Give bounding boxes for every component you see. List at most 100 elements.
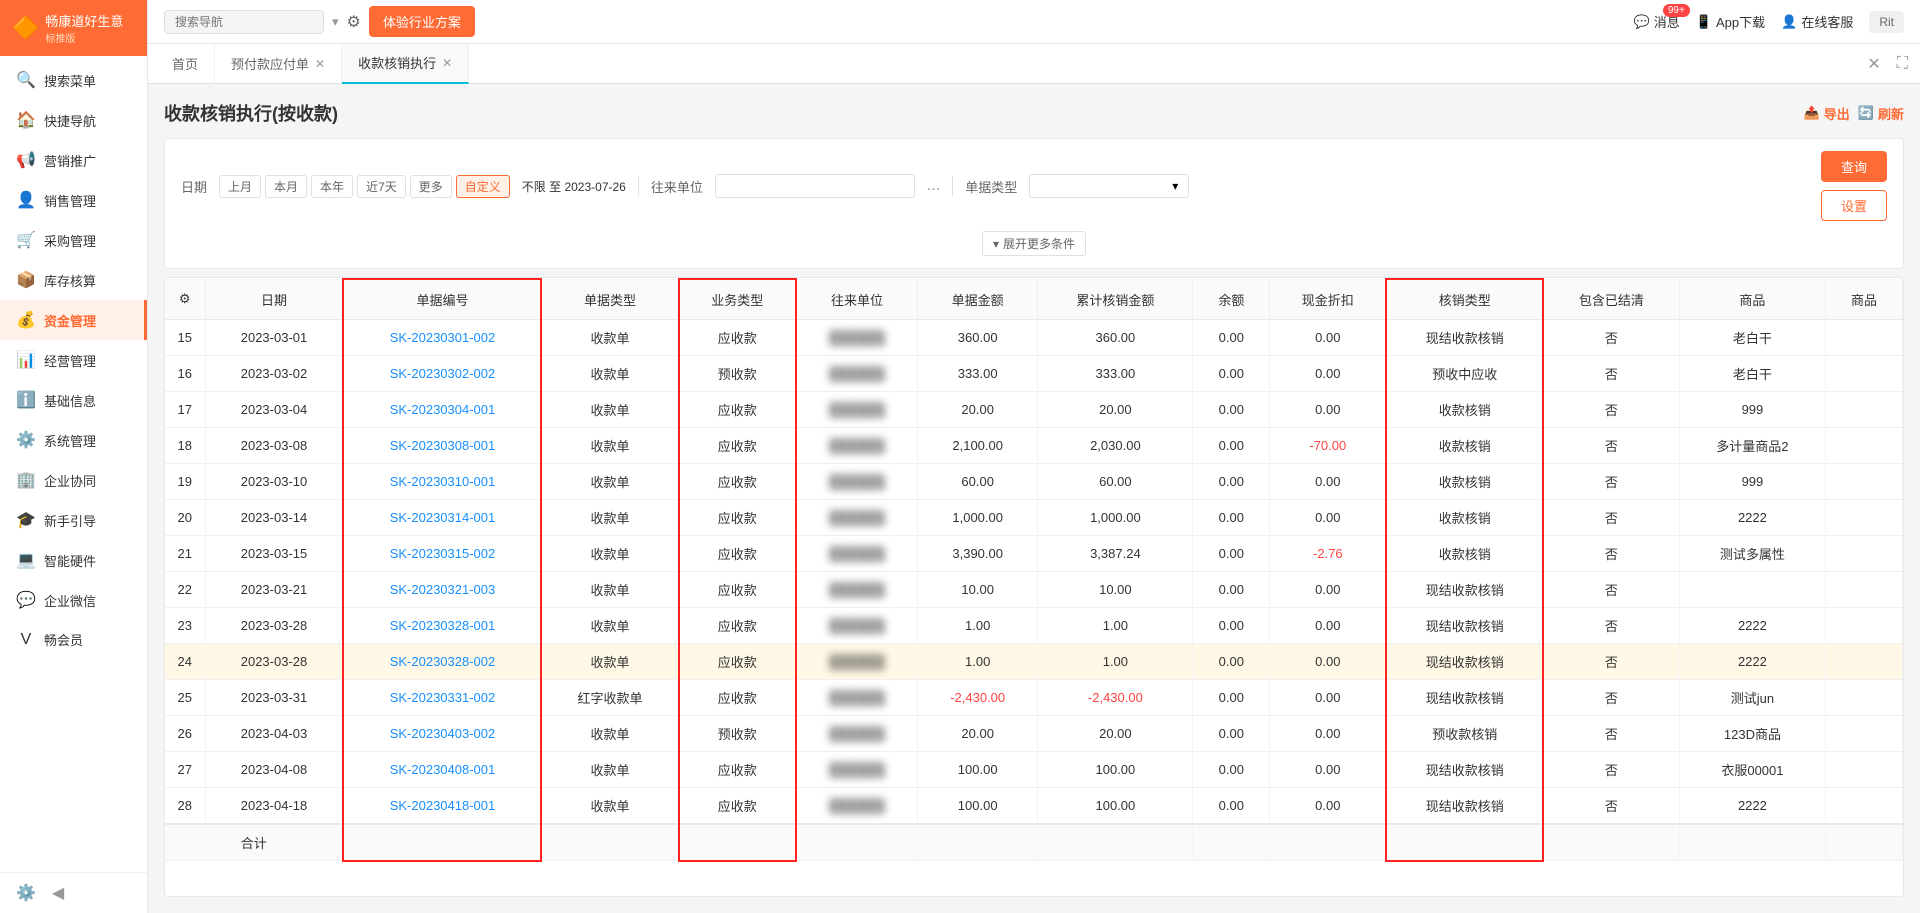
bill-no-link[interactable]: SK-20230314-001 bbox=[390, 510, 496, 525]
gear-icon[interactable]: ⚙ bbox=[347, 12, 361, 32]
sidebar: 🔶 畅康道好生意 标推版 🔍搜索菜单🏠快捷导航📢营销推广👤销售管理🛒采购管理📦库… bbox=[0, 0, 148, 913]
app-download-btn[interactable]: 📱 App下载 bbox=[1696, 12, 1765, 31]
date-btn-this-month[interactable]: 本月 bbox=[265, 175, 307, 198]
tab-collection[interactable]: 收款核销执行 ✕ bbox=[342, 44, 469, 84]
date-btn-last-month[interactable]: 上月 bbox=[219, 175, 261, 198]
date-btn-more[interactable]: 更多 bbox=[410, 175, 452, 198]
page-title: 收款核销执行(按收款) bbox=[164, 100, 338, 126]
sidebar-item-newbie[interactable]: 🎓新手引导 bbox=[0, 500, 147, 540]
cell-verify-type: 预收中应收 bbox=[1386, 356, 1543, 392]
logo-name: 畅康道好生意 bbox=[45, 11, 123, 30]
sidebar-item-hardware[interactable]: 💻智能硬件 bbox=[0, 540, 147, 580]
message-btn[interactable]: 💬 消息 99+ bbox=[1634, 12, 1680, 31]
total-product1 bbox=[1679, 824, 1825, 861]
cell-amount: 1.00 bbox=[918, 608, 1038, 644]
bill-no-link[interactable]: SK-20230310-001 bbox=[390, 474, 496, 489]
refresh-icon: 🔄 bbox=[1858, 105, 1874, 121]
tab-prepay[interactable]: 预付款应付单 ✕ bbox=[215, 44, 342, 84]
user-avatar[interactable]: Rit bbox=[1869, 11, 1904, 33]
filter-row-1: 日期 上月 本月 本年 近7天 更多 自定义 不限 至 2023-07-26 往… bbox=[181, 151, 1887, 221]
cell-included: 否 bbox=[1543, 464, 1679, 500]
system-label: 系统管理 bbox=[44, 431, 96, 450]
cell-balance: 0.00 bbox=[1193, 680, 1270, 716]
settings-bottom-icon[interactable]: ⚙️ bbox=[16, 883, 36, 903]
bill-no-link[interactable]: SK-20230315-002 bbox=[390, 546, 496, 561]
unit-input[interactable] bbox=[715, 174, 915, 198]
nav-search-input[interactable] bbox=[164, 10, 324, 34]
export-label: 导出 bbox=[1824, 104, 1850, 123]
sidebar-item-member[interactable]: V畅会员 bbox=[0, 620, 147, 659]
sidebar-item-system[interactable]: ⚙️系统管理 bbox=[0, 420, 147, 460]
bill-type-select[interactable]: ▾ bbox=[1029, 174, 1189, 198]
th-unit: 往来单位 bbox=[796, 279, 918, 320]
tab-collection-close-icon[interactable]: ✕ bbox=[442, 56, 452, 70]
bill-no-link[interactable]: SK-20230403-002 bbox=[390, 726, 496, 741]
unit-value: ██████ bbox=[829, 690, 884, 705]
sidebar-item-operations[interactable]: 📊经营管理 bbox=[0, 340, 147, 380]
sidebar-item-inventory[interactable]: 📦库存核算 bbox=[0, 260, 147, 300]
cell-no: 21 bbox=[165, 536, 205, 572]
sidebar-item-marketing[interactable]: 📢营销推广 bbox=[0, 140, 147, 180]
cell-bill-type: 收款单 bbox=[541, 716, 678, 752]
total-label: 合计 bbox=[165, 824, 343, 861]
bill-no-link[interactable]: SK-20230331-002 bbox=[390, 690, 496, 705]
export-btn[interactable]: 📤 导出 bbox=[1804, 104, 1850, 123]
refresh-btn[interactable]: 🔄 刷新 bbox=[1858, 104, 1904, 123]
online-service-btn[interactable]: 👤 在线客服 bbox=[1781, 12, 1853, 31]
unit-dots-icon[interactable]: ... bbox=[927, 177, 940, 195]
bill-no-link[interactable]: SK-20230302-002 bbox=[390, 366, 496, 381]
unit-value: ██████ bbox=[829, 654, 884, 669]
date-btn-7days[interactable]: 近7天 bbox=[357, 175, 406, 198]
sales-icon: 👤 bbox=[16, 190, 36, 210]
bill-no-link[interactable]: SK-20230304-001 bbox=[390, 402, 496, 417]
query-btn[interactable]: 查询 bbox=[1821, 151, 1887, 182]
sidebar-item-purchase[interactable]: 🛒采购管理 bbox=[0, 220, 147, 260]
cell-balance: 0.00 bbox=[1193, 716, 1270, 752]
sidebar-item-sales[interactable]: 👤销售管理 bbox=[0, 180, 147, 220]
bill-no-link[interactable]: SK-20230408-001 bbox=[390, 762, 496, 777]
cell-bill-type: 收款单 bbox=[541, 500, 678, 536]
cell-amount: 1.00 bbox=[918, 644, 1038, 680]
cell-date: 2023-03-21 bbox=[205, 572, 343, 608]
corp-label: 企业协同 bbox=[44, 471, 96, 490]
cell-discount: 0.00 bbox=[1270, 752, 1387, 788]
sidebar-item-search[interactable]: 🔍搜索菜单 bbox=[0, 60, 147, 100]
cell-no: 27 bbox=[165, 752, 205, 788]
bill-no-link[interactable]: SK-20230328-001 bbox=[390, 618, 496, 633]
expand-more-btn[interactable]: ▾ 展开更多条件 bbox=[982, 231, 1086, 256]
sidebar-item-guide[interactable]: 🏠快捷导航 bbox=[0, 100, 147, 140]
sidebar-item-finance[interactable]: 💰资金管理 bbox=[0, 300, 147, 340]
cell-discount: 0.00 bbox=[1270, 572, 1387, 608]
cell-biz-type: 应收款 bbox=[679, 464, 796, 500]
sidebar-item-basic[interactable]: ℹ️基础信息 bbox=[0, 380, 147, 420]
cell-discount: -70.00 bbox=[1270, 428, 1387, 464]
table-row: 23 2023-03-28 SK-20230328-001 收款单 应收款 ██… bbox=[165, 608, 1903, 644]
cell-unit: ██████ bbox=[796, 320, 918, 356]
date-btn-custom[interactable]: 自定义 bbox=[456, 175, 510, 198]
th-product2: 商品 bbox=[1826, 279, 1903, 320]
tab-close-all-icon[interactable]: ✕ bbox=[1863, 50, 1884, 78]
total-biz-type bbox=[679, 824, 796, 861]
industry-btn[interactable]: 体验行业方案 bbox=[369, 6, 475, 37]
cell-bill-type: 收款单 bbox=[541, 788, 678, 825]
cell-product2 bbox=[1826, 536, 1903, 572]
sidebar-item-corp[interactable]: 🏢企业协同 bbox=[0, 460, 147, 500]
tab-expand-icon[interactable]: ⛶ bbox=[1893, 51, 1912, 77]
bill-no-link[interactable]: SK-20230321-003 bbox=[390, 582, 496, 597]
cell-no: 15 bbox=[165, 320, 205, 356]
bill-no-link[interactable]: SK-20230308-001 bbox=[390, 438, 496, 453]
collapse-icon[interactable]: ◀ bbox=[52, 883, 64, 903]
tab-prepay-close-icon[interactable]: ✕ bbox=[315, 57, 325, 71]
bill-no-link[interactable]: SK-20230301-002 bbox=[390, 330, 496, 345]
cell-amount: 360.00 bbox=[918, 320, 1038, 356]
bill-no-link[interactable]: SK-20230418-001 bbox=[390, 798, 496, 813]
bill-no-link[interactable]: SK-20230328-002 bbox=[390, 654, 496, 669]
tab-home[interactable]: 首页 bbox=[156, 44, 215, 84]
service-label: 在线客服 bbox=[1801, 12, 1853, 31]
newbie-icon: 🎓 bbox=[16, 510, 36, 530]
cell-product1: 测试jun bbox=[1679, 680, 1825, 716]
sidebar-item-wechat[interactable]: 💬企业微信 bbox=[0, 580, 147, 620]
date-btn-this-year[interactable]: 本年 bbox=[311, 175, 353, 198]
cell-product1: 2222 bbox=[1679, 608, 1825, 644]
settings-filter-btn[interactable]: 设置 bbox=[1821, 190, 1887, 221]
